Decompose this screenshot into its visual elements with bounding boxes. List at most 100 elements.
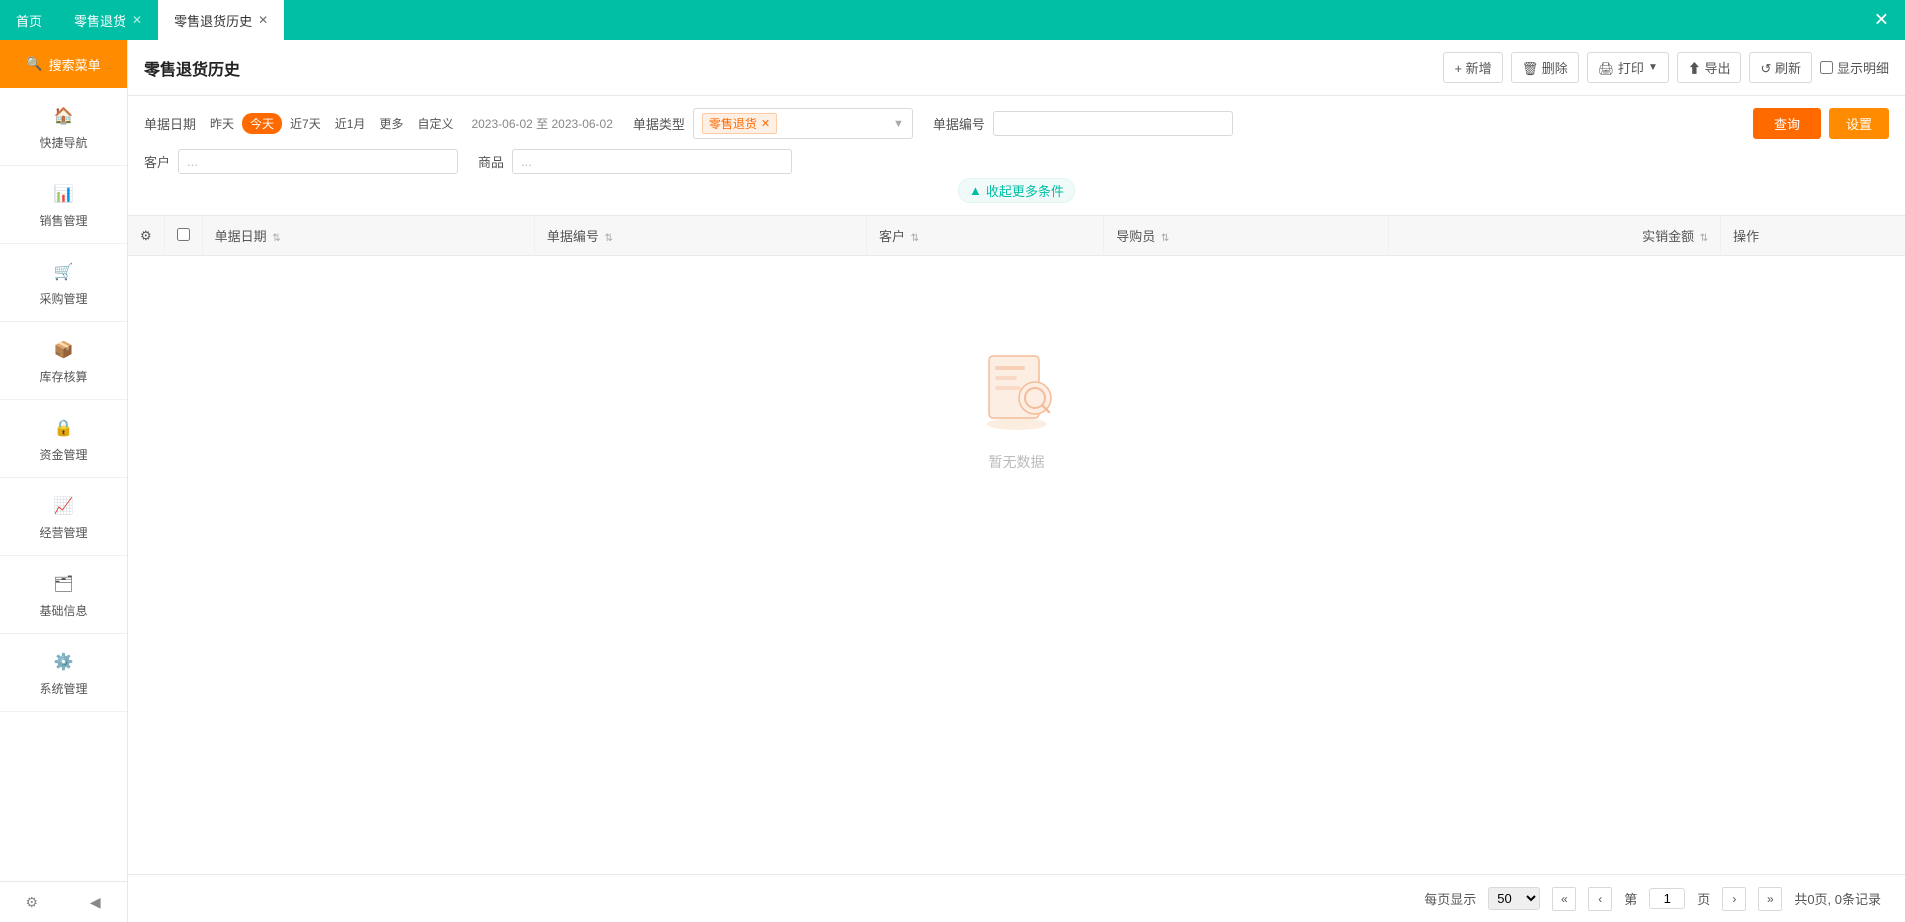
type-tag-close[interactable]: ✕ <box>761 117 770 130</box>
th-number[interactable]: 单据编号 ⇅ <box>534 216 866 256</box>
th-settings[interactable]: ⚙ <box>128 216 164 256</box>
sort-number-icon: ⇅ <box>604 233 612 244</box>
empty-text: 暂无数据 <box>989 452 1045 472</box>
tab-home[interactable]: 首页 <box>0 0 58 40</box>
sort-customer-icon: ⇅ <box>911 233 919 244</box>
date-today-button[interactable]: 今天 <box>242 113 282 134</box>
sidebar-collapse-button[interactable]: ◀ <box>64 882 128 922</box>
sidebar: 🔍 搜索菜单 🏠 快捷导航 📊 销售管理 🛒 采购管理 📦 库存核算 🔒 资金管… <box>0 40 128 922</box>
purchase-icon: 🛒 <box>50 258 78 286</box>
tab-list: 首页 零售退货 ✕ 零售退货历史 ✕ <box>0 0 284 40</box>
search-icon: 🔍 <box>26 56 42 72</box>
page-label: 第 <box>1624 889 1637 908</box>
display-detail-toggle[interactable]: 显示明细 <box>1820 58 1889 77</box>
sidebar-item-sales[interactable]: 📊 销售管理 <box>0 166 127 244</box>
th-customer[interactable]: 客户 ⇅ <box>866 216 1103 256</box>
sidebar-item-basic-info[interactable]: 🗂 基础信息 <box>0 556 127 634</box>
sidebar-item-operations[interactable]: 📈 经营管理 <box>0 478 127 556</box>
export-button[interactable]: ⬆ 导出 <box>1677 52 1742 83</box>
sort-amount-icon: ⇅ <box>1700 233 1708 244</box>
inventory-icon: 📦 <box>50 336 78 364</box>
filter-row-2: 客户 商品 <box>144 149 1889 174</box>
sidebar-item-system[interactable]: ⚙️ 系统管理 <box>0 634 127 712</box>
content-body: ⚙ 单据日期 ⇅ 单据编号 ⇅ <box>128 216 1905 922</box>
sales-icon: 📊 <box>50 180 78 208</box>
window-close-button[interactable]: ✕ <box>1874 10 1889 31</box>
select-all-checkbox[interactable] <box>177 228 190 241</box>
date-yesterday-button[interactable]: 昨天 <box>204 113 240 134</box>
page-unit: 页 <box>1697 889 1710 908</box>
customer-input[interactable] <box>178 149 458 174</box>
table-wrapper: ⚙ 单据日期 ⇅ 单据编号 ⇅ <box>128 216 1905 874</box>
data-table: ⚙ 单据日期 ⇅ 单据编号 ⇅ <box>128 216 1905 256</box>
table-header-row: ⚙ 单据日期 ⇅ 单据编号 ⇅ <box>128 216 1905 256</box>
tab-retail-return-close[interactable]: ✕ <box>132 13 142 27</box>
finance-icon: 🔒 <box>50 414 78 442</box>
main-layout: 🔍 搜索菜单 🏠 快捷导航 📊 销售管理 🛒 采购管理 📦 库存核算 🔒 资金管… <box>0 40 1905 922</box>
filter-row-1: 单据日期 昨天 今天 近7天 近1月 更多 自定义 2023-06-02 至 2… <box>144 108 1889 139</box>
date-range-label: 2023-06-02 至 2023-06-02 <box>471 115 612 132</box>
basic-info-icon: 🗂 <box>50 570 78 598</box>
th-guide[interactable]: 导购员 ⇅ <box>1104 216 1389 256</box>
customer-filter: 客户 <box>144 149 458 174</box>
print-dropdown-icon: ▼ <box>1648 62 1658 73</box>
sidebar-search[interactable]: 🔍 搜索菜单 <box>0 40 127 88</box>
query-button[interactable]: 查询 <box>1753 108 1821 139</box>
total-label: 共0页, 0条记录 <box>1794 889 1881 908</box>
operations-icon: 📈 <box>50 492 78 520</box>
display-detail-checkbox[interactable] <box>1820 61 1833 74</box>
top-bar: 首页 零售退货 ✕ 零售退货历史 ✕ ✕ <box>0 0 1905 40</box>
content-area: 零售退货历史 + 新增 🗑 删除 🖨 打印 ▼ ⬆ 导出 ↺ 刷新 显示明细 <box>128 40 1905 922</box>
page-next-button[interactable]: › <box>1722 887 1746 911</box>
date-7days-button[interactable]: 近7天 <box>284 113 327 134</box>
tab-retail-return-history-close[interactable]: ✕ <box>258 13 268 27</box>
page-first-button[interactable]: « <box>1552 887 1576 911</box>
th-checkbox[interactable] <box>164 216 202 256</box>
date-more-button[interactable]: 更多 <box>373 113 409 134</box>
date-1month-button[interactable]: 近1月 <box>329 113 372 134</box>
date-quick-buttons: 昨天 今天 近7天 近1月 更多 自定义 <box>204 113 459 134</box>
type-filter: 单据类型 零售退货 ✕ ▼ <box>633 108 913 139</box>
pagination-bar: 每页显示 50 20 100 200 « ‹ 第 页 › » 共0页, 0条记录 <box>128 874 1905 922</box>
page-last-button[interactable]: » <box>1758 887 1782 911</box>
goods-input[interactable] <box>512 149 792 174</box>
per-page-label: 每页显示 <box>1424 889 1476 908</box>
collapse-row: ▲ 收起更多条件 <box>144 178 1889 203</box>
type-select-arrow: ▼ <box>893 118 904 130</box>
new-button[interactable]: + 新增 <box>1443 52 1502 83</box>
number-input[interactable] <box>993 111 1233 136</box>
goods-filter: 商品 <box>478 149 792 174</box>
collapse-filter-button[interactable]: ▲ 收起更多条件 <box>958 178 1075 203</box>
type-select[interactable]: 零售退货 ✕ ▼ <box>693 108 913 139</box>
th-date[interactable]: 单据日期 ⇅ <box>202 216 534 256</box>
page-title: 零售退货历史 <box>144 56 240 80</box>
sidebar-item-finance[interactable]: 🔒 资金管理 <box>0 400 127 478</box>
empty-state: 暂无数据 <box>128 256 1905 552</box>
per-page-select[interactable]: 50 20 100 200 <box>1488 887 1540 910</box>
content-header: 零售退货历史 + 新增 🗑 删除 🖨 打印 ▼ ⬆ 导出 ↺ 刷新 显示明细 <box>128 40 1905 96</box>
print-button[interactable]: 🖨 打印 ▼ <box>1587 52 1669 83</box>
th-amount[interactable]: 实销金额 ⇅ <box>1388 216 1720 256</box>
type-tag: 零售退货 ✕ <box>702 113 777 134</box>
home-icon: 🏠 <box>50 102 78 130</box>
sidebar-item-inventory[interactable]: 📦 库存核算 <box>0 322 127 400</box>
system-icon: ⚙️ <box>50 648 78 676</box>
filter-area: 单据日期 昨天 今天 近7天 近1月 更多 自定义 2023-06-02 至 2… <box>128 96 1905 216</box>
refresh-button[interactable]: ↺ 刷新 <box>1749 52 1812 83</box>
sidebar-bottom: ⚙ ◀ <box>0 881 127 922</box>
collapse-icon: ▲ <box>969 183 982 198</box>
sort-guide-icon: ⇅ <box>1161 233 1169 244</box>
page-input[interactable] <box>1649 888 1685 909</box>
toolbar: + 新增 🗑 删除 🖨 打印 ▼ ⬆ 导出 ↺ 刷新 显示明细 <box>1443 52 1889 83</box>
page-prev-button[interactable]: ‹ <box>1588 887 1612 911</box>
settings-button[interactable]: 设置 <box>1829 108 1889 139</box>
date-custom-button[interactable]: 自定义 <box>411 113 459 134</box>
sidebar-settings-button[interactable]: ⚙ <box>0 882 64 922</box>
delete-button[interactable]: 🗑 删除 <box>1511 52 1579 83</box>
title-toolbar-row: 零售退货历史 + 新增 🗑 删除 🖨 打印 ▼ ⬆ 导出 ↺ 刷新 显示明细 <box>144 52 1889 83</box>
sidebar-item-purchase[interactable]: 🛒 采购管理 <box>0 244 127 322</box>
th-actions: 操作 <box>1721 216 1905 256</box>
tab-retail-return[interactable]: 零售退货 ✕ <box>58 0 158 40</box>
tab-retail-return-history[interactable]: 零售退货历史 ✕ <box>158 0 284 40</box>
sidebar-item-quick-nav[interactable]: 🏠 快捷导航 <box>0 88 127 166</box>
